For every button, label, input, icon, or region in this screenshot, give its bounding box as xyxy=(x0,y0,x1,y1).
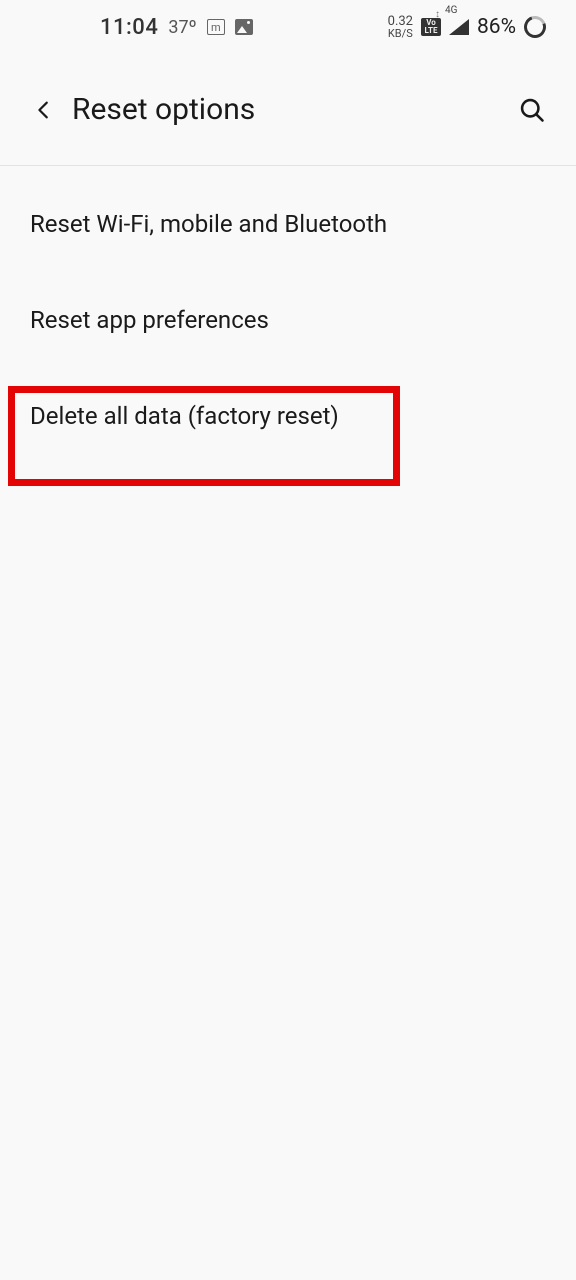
battery-ring-icon xyxy=(520,12,549,41)
battery-percent: 86% xyxy=(477,15,516,39)
search-icon xyxy=(518,96,546,124)
app-header: Reset options xyxy=(0,54,576,166)
status-temperature: 37º xyxy=(168,17,196,38)
option-label: Reset app preferences xyxy=(30,306,269,334)
status-bar: 11:04 37º m 0.32KB/S VoLTE 86% xyxy=(0,0,576,54)
page-title: Reset options xyxy=(72,92,512,127)
option-label: Reset Wi-Fi, mobile and Bluetooth xyxy=(30,210,387,238)
options-list: Reset Wi-Fi, mobile and Bluetooth Reset … xyxy=(0,166,576,464)
status-right: 0.32KB/S VoLTE 86% xyxy=(388,15,546,39)
status-clock: 11:04 xyxy=(100,15,158,40)
option-reset-app-prefs[interactable]: Reset app preferences xyxy=(0,272,576,368)
option-label: Delete all data (factory reset) xyxy=(30,402,339,430)
msg-icon: m xyxy=(207,19,225,35)
picture-icon xyxy=(235,19,253,35)
option-reset-network[interactable]: Reset Wi-Fi, mobile and Bluetooth xyxy=(0,176,576,272)
search-button[interactable] xyxy=(512,96,552,124)
chevron-left-icon xyxy=(33,99,55,121)
back-button[interactable] xyxy=(24,99,64,121)
signal-icon xyxy=(449,19,469,35)
net-speed-icon: 0.32KB/S xyxy=(388,15,413,39)
volte-icon: VoLTE xyxy=(421,18,441,36)
option-factory-reset[interactable]: Delete all data (factory reset) xyxy=(0,368,576,464)
status-left: 11:04 37º m xyxy=(100,15,253,40)
